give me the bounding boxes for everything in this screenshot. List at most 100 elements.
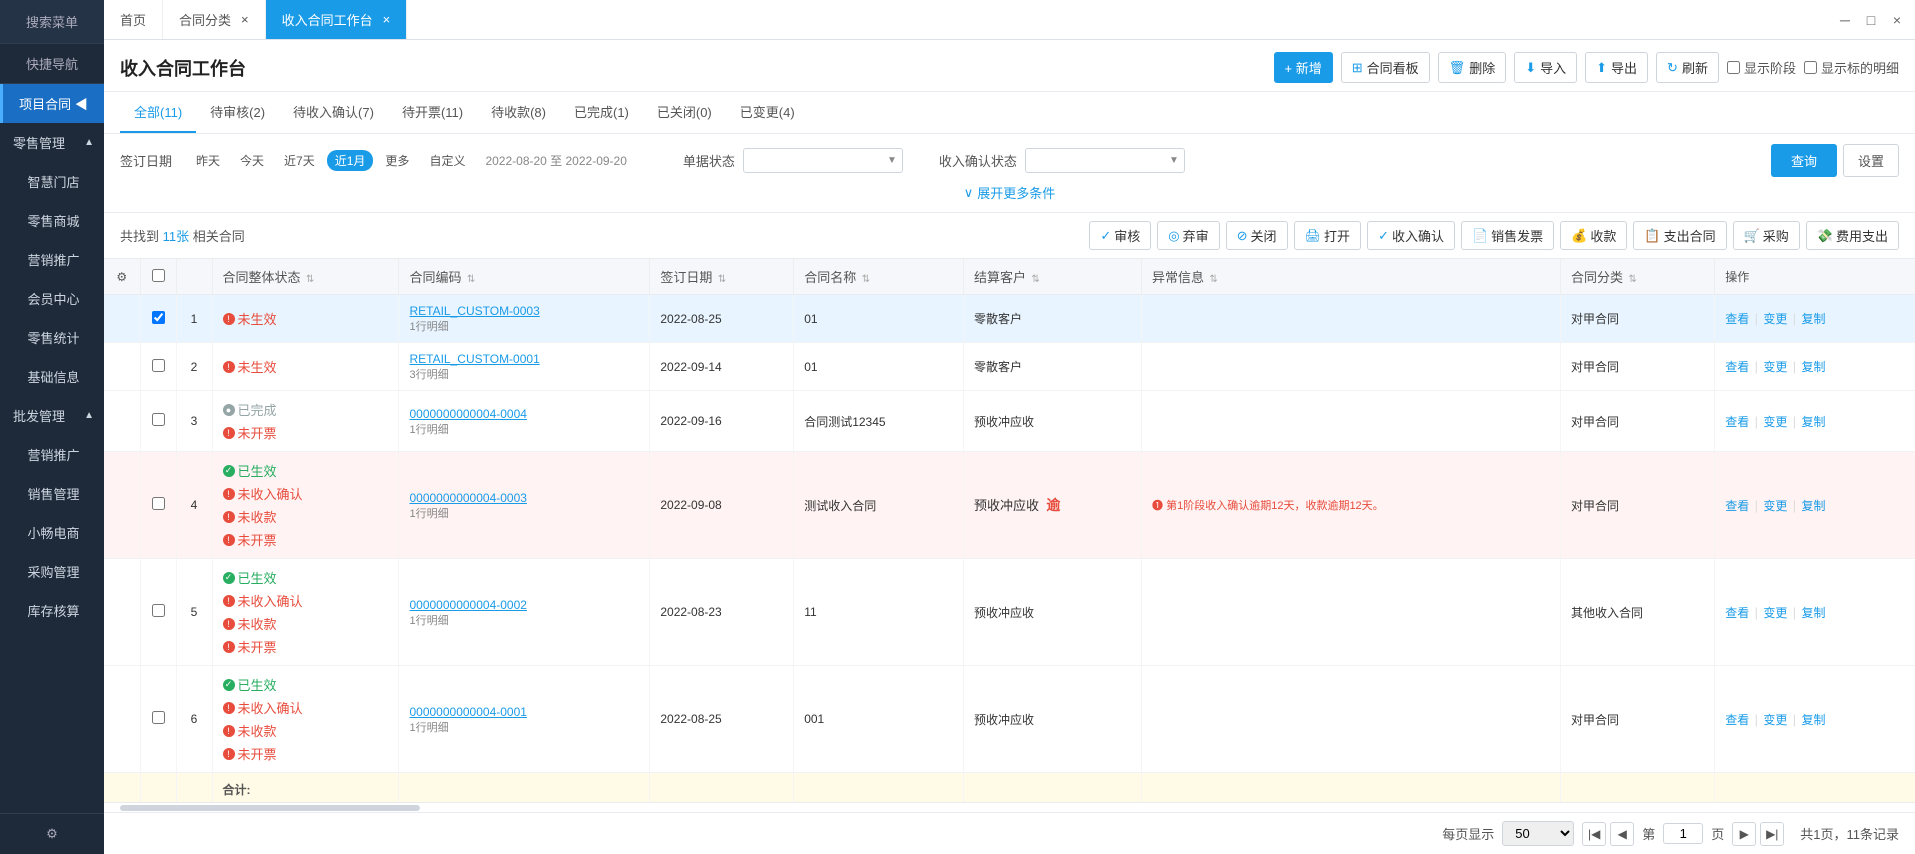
- sales-invoice-button[interactable]: 📄 销售发票: [1461, 221, 1554, 250]
- date-opt-last1m[interactable]: 近1月: [327, 150, 374, 171]
- purchase-button[interactable]: 🛒 采购: [1733, 221, 1800, 250]
- expense-button[interactable]: 💸 费用支出: [1806, 221, 1899, 250]
- tab-close-contract-cat[interactable]: ×: [241, 12, 249, 27]
- sidebar-item-base[interactable]: 基础信息: [0, 357, 104, 396]
- col-settings[interactable]: ⚙: [104, 259, 140, 295]
- close-button-action[interactable]: ⊘ 关闭: [1226, 221, 1288, 250]
- sidebar-item-stock[interactable]: 库存核算: [0, 591, 104, 630]
- sidebar-item-ecom2[interactable]: 小畅电商: [0, 513, 104, 552]
- expand-conditions-button[interactable]: ∨ 展开更多条件: [964, 183, 1056, 202]
- first-page-button[interactable]: |◀: [1582, 822, 1606, 846]
- sidebar-item-batch[interactable]: 批发管理 ▲: [0, 396, 104, 435]
- date-opt-today[interactable]: 今天: [232, 150, 272, 171]
- page-input[interactable]: [1663, 823, 1703, 844]
- next-page-button[interactable]: ▶: [1732, 822, 1756, 846]
- row4-checkbox[interactable]: [152, 497, 165, 510]
- scrollbar-thumb[interactable]: [120, 805, 420, 811]
- status-select[interactable]: [743, 148, 903, 173]
- tab-close-income-workbench[interactable]: ×: [383, 12, 391, 27]
- sidebar-item-purchase[interactable]: 采购管理: [0, 552, 104, 591]
- row1-copy[interactable]: 复制: [1801, 312, 1825, 326]
- query-button[interactable]: 查询: [1771, 144, 1837, 177]
- show-detail-checkbox[interactable]: 显示标的明细: [1804, 58, 1899, 77]
- date-opt-custom[interactable]: 自定义: [421, 150, 473, 171]
- print-button[interactable]: 🖨 打开: [1294, 221, 1362, 250]
- name-sort-icon[interactable]: ⇅: [862, 274, 870, 285]
- filter-settings-button[interactable]: 设置: [1843, 144, 1899, 177]
- row3-edit[interactable]: 变更: [1763, 415, 1787, 429]
- row1-edit[interactable]: 变更: [1763, 312, 1787, 326]
- collection-button[interactable]: 💰 收款: [1560, 221, 1627, 250]
- income-confirm-select[interactable]: [1025, 148, 1185, 173]
- row5-view[interactable]: 查看: [1725, 606, 1749, 620]
- row4-view[interactable]: 查看: [1725, 499, 1749, 513]
- sidebar-item-stats[interactable]: 零售统计: [0, 318, 104, 357]
- status-tab-pending-income[interactable]: 待收入确认(7): [279, 92, 388, 133]
- status-tab-pending-invoice[interactable]: 待开票(11): [388, 92, 477, 133]
- row3-code-link[interactable]: 0000000000004-0004: [409, 407, 526, 421]
- row2-view[interactable]: 查看: [1725, 360, 1749, 374]
- tab-home[interactable]: 首页: [104, 0, 163, 39]
- row1-view[interactable]: 查看: [1725, 312, 1749, 326]
- row5-checkbox[interactable]: [152, 604, 165, 617]
- last-page-button[interactable]: ▶|: [1760, 822, 1784, 846]
- sidebar-item-marketing[interactable]: 营销推广: [0, 240, 104, 279]
- status-tab-pending-review[interactable]: 待审核(2): [196, 92, 279, 133]
- show-cols-checkbox[interactable]: 显示阶段: [1727, 58, 1796, 77]
- row6-edit[interactable]: 变更: [1763, 713, 1787, 727]
- category-sort-icon[interactable]: ⇅: [1628, 274, 1636, 285]
- close-button[interactable]: ×: [1887, 10, 1907, 30]
- row3-checkbox[interactable]: [152, 413, 165, 426]
- review-button[interactable]: ✓ 审核: [1089, 221, 1151, 250]
- code-sort-icon[interactable]: ⇅: [467, 274, 475, 285]
- prev-page-button[interactable]: ◀: [1610, 822, 1634, 846]
- delete-button[interactable]: 🗑 删除: [1438, 52, 1507, 83]
- sidebar-item-member[interactable]: 会员中心: [0, 279, 104, 318]
- refresh-button[interactable]: ↻ 刷新: [1656, 52, 1719, 83]
- sidebar-settings[interactable]: ⚙: [0, 813, 104, 854]
- status-tab-all[interactable]: 全部(11): [120, 92, 196, 133]
- horizontal-scrollbar[interactable]: [104, 802, 1915, 812]
- sidebar-item-smart[interactable]: 智慧门店: [0, 162, 104, 201]
- status-tab-changed[interactable]: 已变更(4): [726, 92, 809, 133]
- export-button[interactable]: ⬆ 导出: [1585, 52, 1648, 83]
- row5-edit[interactable]: 变更: [1763, 606, 1787, 620]
- sidebar-item-retail[interactable]: 零售管理 ▲: [0, 123, 104, 162]
- row6-checkbox[interactable]: [152, 711, 165, 724]
- sidebar-quicknav[interactable]: 快捷导航: [0, 44, 104, 84]
- income-confirm-button[interactable]: ✓ 收入确认: [1367, 221, 1455, 250]
- row1-checkbox[interactable]: [152, 311, 165, 324]
- sidebar-item-ecom[interactable]: 零售商城: [0, 201, 104, 240]
- row3-copy[interactable]: 复制: [1801, 415, 1825, 429]
- new-button[interactable]: + 新增: [1274, 52, 1333, 83]
- row6-copy[interactable]: 复制: [1801, 713, 1825, 727]
- status-tab-pending-payment[interactable]: 待收款(8): [477, 92, 560, 133]
- date-opt-yesterday[interactable]: 昨天: [188, 150, 228, 171]
- date-opt-more[interactable]: 更多: [377, 150, 417, 171]
- status-sort-icon[interactable]: ⇅: [306, 274, 314, 285]
- maximize-button[interactable]: □: [1861, 10, 1881, 30]
- row4-code-link[interactable]: 0000000000004-0003: [409, 491, 526, 505]
- row2-edit[interactable]: 变更: [1763, 360, 1787, 374]
- row5-code-link[interactable]: 0000000000004-0002: [409, 598, 526, 612]
- row6-code-link[interactable]: 0000000000004-0001: [409, 705, 526, 719]
- row4-copy[interactable]: 复制: [1801, 499, 1825, 513]
- row2-code-link[interactable]: RETAIL_CUSTOM-0001: [409, 352, 539, 366]
- out-contract-button[interactable]: 📋 支出合同: [1633, 221, 1726, 250]
- sign-date-sort-icon[interactable]: ⇅: [718, 274, 726, 285]
- sidebar-item-project[interactable]: 项目合同 ◀: [0, 84, 104, 123]
- status-tab-completed[interactable]: 已完成(1): [560, 92, 643, 133]
- select-all-checkbox[interactable]: [152, 269, 165, 282]
- minimize-button[interactable]: ─: [1835, 10, 1855, 30]
- row2-checkbox[interactable]: [152, 359, 165, 372]
- row6-view[interactable]: 查看: [1725, 713, 1749, 727]
- sidebar-search[interactable]: 搜索菜单: [0, 0, 104, 44]
- row5-copy[interactable]: 复制: [1801, 606, 1825, 620]
- abandon-button[interactable]: ◎ 弃审: [1157, 221, 1219, 250]
- date-opt-last7[interactable]: 近7天: [276, 150, 323, 171]
- import-button[interactable]: ⬇ 导入: [1514, 52, 1577, 83]
- tab-contract-cat[interactable]: 合同分类 ×: [163, 0, 266, 39]
- row3-view[interactable]: 查看: [1725, 415, 1749, 429]
- page-size-select[interactable]: 50 100 200: [1502, 821, 1574, 846]
- row2-copy[interactable]: 复制: [1801, 360, 1825, 374]
